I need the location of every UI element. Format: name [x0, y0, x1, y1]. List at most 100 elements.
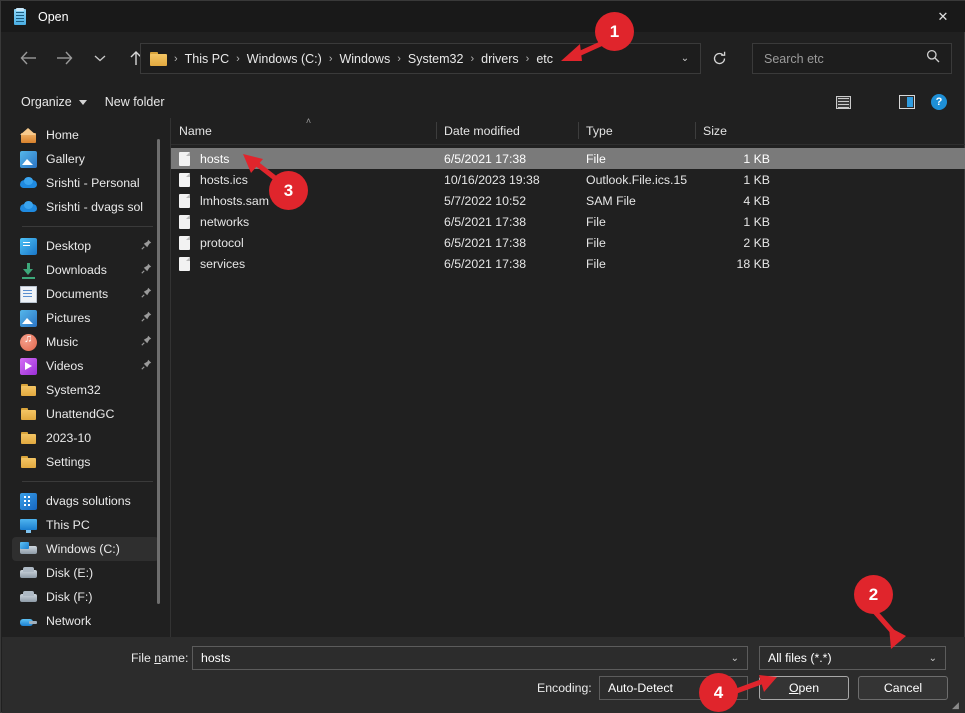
- pictures-icon: [20, 309, 37, 327]
- table-row[interactable]: services 6/5/2021 17:38 File 18 KB: [171, 253, 965, 274]
- videos-icon: [20, 357, 37, 375]
- file-type-value: All files (*.*): [768, 651, 832, 665]
- sidebar-item-label: Desktop: [46, 239, 92, 253]
- pin-icon: [141, 287, 152, 298]
- sidebar-item-label: Pictures: [46, 311, 91, 325]
- sidebar-item-dvags-solutions[interactable]: dvags solutions: [12, 489, 159, 513]
- file-size-cell: 1 KB: [743, 151, 770, 166]
- sidebar-item-label: Videos: [46, 359, 84, 373]
- preview-pane-icon: [899, 95, 915, 109]
- sidebar-item-unattendgc[interactable]: UnattendGC: [12, 402, 159, 426]
- forward-button[interactable]: [47, 42, 81, 74]
- sidebar-item-label: Documents: [46, 287, 109, 301]
- open-file-dialog: Open ✕ › This PC › Windows (C:) › Window…: [0, 0, 965, 713]
- annotation-badge-4: 4: [699, 673, 738, 712]
- file-date-cell: 5/7/2022 10:52: [444, 193, 527, 208]
- help-button[interactable]: ?: [924, 89, 954, 115]
- organize-label: Organize: [21, 95, 72, 109]
- resize-grip[interactable]: ◢: [952, 701, 961, 710]
- sidebar-item-gallery[interactable]: Gallery: [12, 147, 159, 171]
- file-name: services: [200, 256, 246, 271]
- chevron-down-icon[interactable]: ⌄: [731, 653, 739, 664]
- file-date-cell: 6/5/2021 17:38: [444, 214, 527, 229]
- sidebar-item-network[interactable]: Network: [12, 609, 159, 633]
- folder-icon: [150, 51, 167, 66]
- help-icon: ?: [931, 94, 947, 110]
- annotation-badge-2: 2: [854, 575, 893, 614]
- preview-pane-button[interactable]: [892, 89, 922, 115]
- refresh-icon[interactable]: [704, 44, 734, 73]
- sidebar-item-windows-c[interactable]: Windows (C:): [12, 537, 159, 561]
- sidebar-item-label: Settings: [46, 455, 91, 469]
- sidebar-item-desktop[interactable]: Desktop: [12, 234, 159, 258]
- sidebar-item-videos[interactable]: Videos: [12, 354, 159, 378]
- column-header-date-modified[interactable]: Date modified: [436, 118, 578, 144]
- navigation-pane[interactable]: Home Gallery Srishti - Personal Srishti …: [2, 118, 167, 637]
- file-type-cell: File: [586, 214, 606, 229]
- file-size-cell: 1 KB: [743, 172, 770, 187]
- recent-locations-button[interactable]: [83, 42, 117, 74]
- gallery-icon: [20, 150, 37, 168]
- search-input[interactable]: Search etc: [752, 43, 952, 74]
- breadcrumb-item-drivers[interactable]: drivers: [481, 52, 519, 66]
- sidebar-item-this-pc[interactable]: This PC: [12, 513, 159, 537]
- sidebar-scrollbar[interactable]: [157, 139, 160, 604]
- file-name-input[interactable]: hosts ⌄: [192, 646, 748, 670]
- breadcrumb-separator: ›: [397, 52, 401, 65]
- table-row[interactable]: networks 6/5/2021 17:38 File 1 KB: [171, 211, 965, 232]
- breadcrumb-item-windows-c[interactable]: Windows (C:): [247, 52, 322, 66]
- breadcrumb-separator: ›: [525, 52, 530, 65]
- file-type-cell: File: [586, 256, 606, 271]
- file-icon: [179, 193, 190, 208]
- chevron-down-icon: [78, 99, 87, 105]
- sidebar-item-documents[interactable]: Documents: [12, 282, 159, 306]
- downloads-icon: [20, 262, 37, 279]
- sidebar-item-home[interactable]: Home: [12, 123, 159, 147]
- divider: [22, 481, 153, 482]
- title-bar: Open ✕: [1, 1, 965, 32]
- sidebar-item-disk-e[interactable]: Disk (E:): [12, 561, 159, 585]
- sidebar-item-label: Network: [46, 614, 92, 628]
- file-date-cell: 6/5/2021 17:38: [444, 151, 527, 166]
- new-folder-button[interactable]: New folder: [96, 90, 174, 114]
- sidebar-item-srishti-personal[interactable]: Srishti - Personal: [12, 171, 159, 195]
- sidebar-item-downloads[interactable]: Downloads: [12, 258, 159, 282]
- back-button[interactable]: [11, 42, 45, 74]
- breadcrumb-item-etc[interactable]: etc: [536, 52, 553, 66]
- sidebar-item-label: UnattendGC: [46, 407, 115, 421]
- sidebar-item-disk-f[interactable]: Disk (F:): [12, 585, 159, 609]
- view-button[interactable]: [828, 89, 858, 115]
- sidebar-item-settings[interactable]: Settings: [12, 450, 159, 474]
- view-dropdown-button[interactable]: [860, 89, 890, 115]
- table-row[interactable]: protocol 6/5/2021 17:38 File 2 KB: [171, 232, 965, 253]
- column-header-size[interactable]: Size: [695, 118, 777, 144]
- onedrive-cloud-icon: [20, 199, 37, 216]
- file-date-cell: 10/16/2023 19:38: [444, 172, 540, 187]
- organize-button[interactable]: Organize: [12, 90, 96, 114]
- cancel-button[interactable]: Cancel: [858, 676, 948, 700]
- folder-icon: [20, 454, 37, 471]
- sidebar-item-2023-10[interactable]: 2023-10: [12, 426, 159, 450]
- sidebar-item-label: Windows (C:): [46, 542, 120, 556]
- column-header-type[interactable]: Type: [578, 118, 695, 144]
- file-type-cell: File: [586, 235, 606, 250]
- breadcrumb-separator: ›: [174, 52, 178, 65]
- file-icon: [179, 151, 190, 166]
- sidebar-item-pictures[interactable]: Pictures: [12, 306, 159, 330]
- breadcrumb-item-windows[interactable]: Windows: [339, 52, 390, 66]
- sidebar-item-system32[interactable]: System32: [12, 378, 159, 402]
- chevron-down-icon[interactable]: ⌄: [670, 44, 700, 73]
- breadcrumb-item-system32[interactable]: System32: [408, 52, 464, 66]
- chevron-down-icon[interactable]: ⌄: [929, 653, 937, 664]
- sidebar-item-label: Disk (F:): [46, 590, 93, 604]
- file-name-label: File name:: [131, 651, 189, 665]
- divider: [22, 226, 153, 227]
- sidebar-item-srishti-dvags-sol[interactable]: Srishti - dvags sol: [12, 195, 159, 219]
- breadcrumb-item-this-pc[interactable]: This PC: [185, 52, 229, 66]
- sidebar-item-music[interactable]: Music: [12, 330, 159, 354]
- file-size-cell: 4 KB: [743, 193, 770, 208]
- close-icon[interactable]: ✕: [920, 1, 965, 32]
- window-title: Open: [38, 9, 69, 24]
- sidebar-item-label: Downloads: [46, 263, 107, 277]
- new-folder-label: New folder: [104, 95, 165, 109]
